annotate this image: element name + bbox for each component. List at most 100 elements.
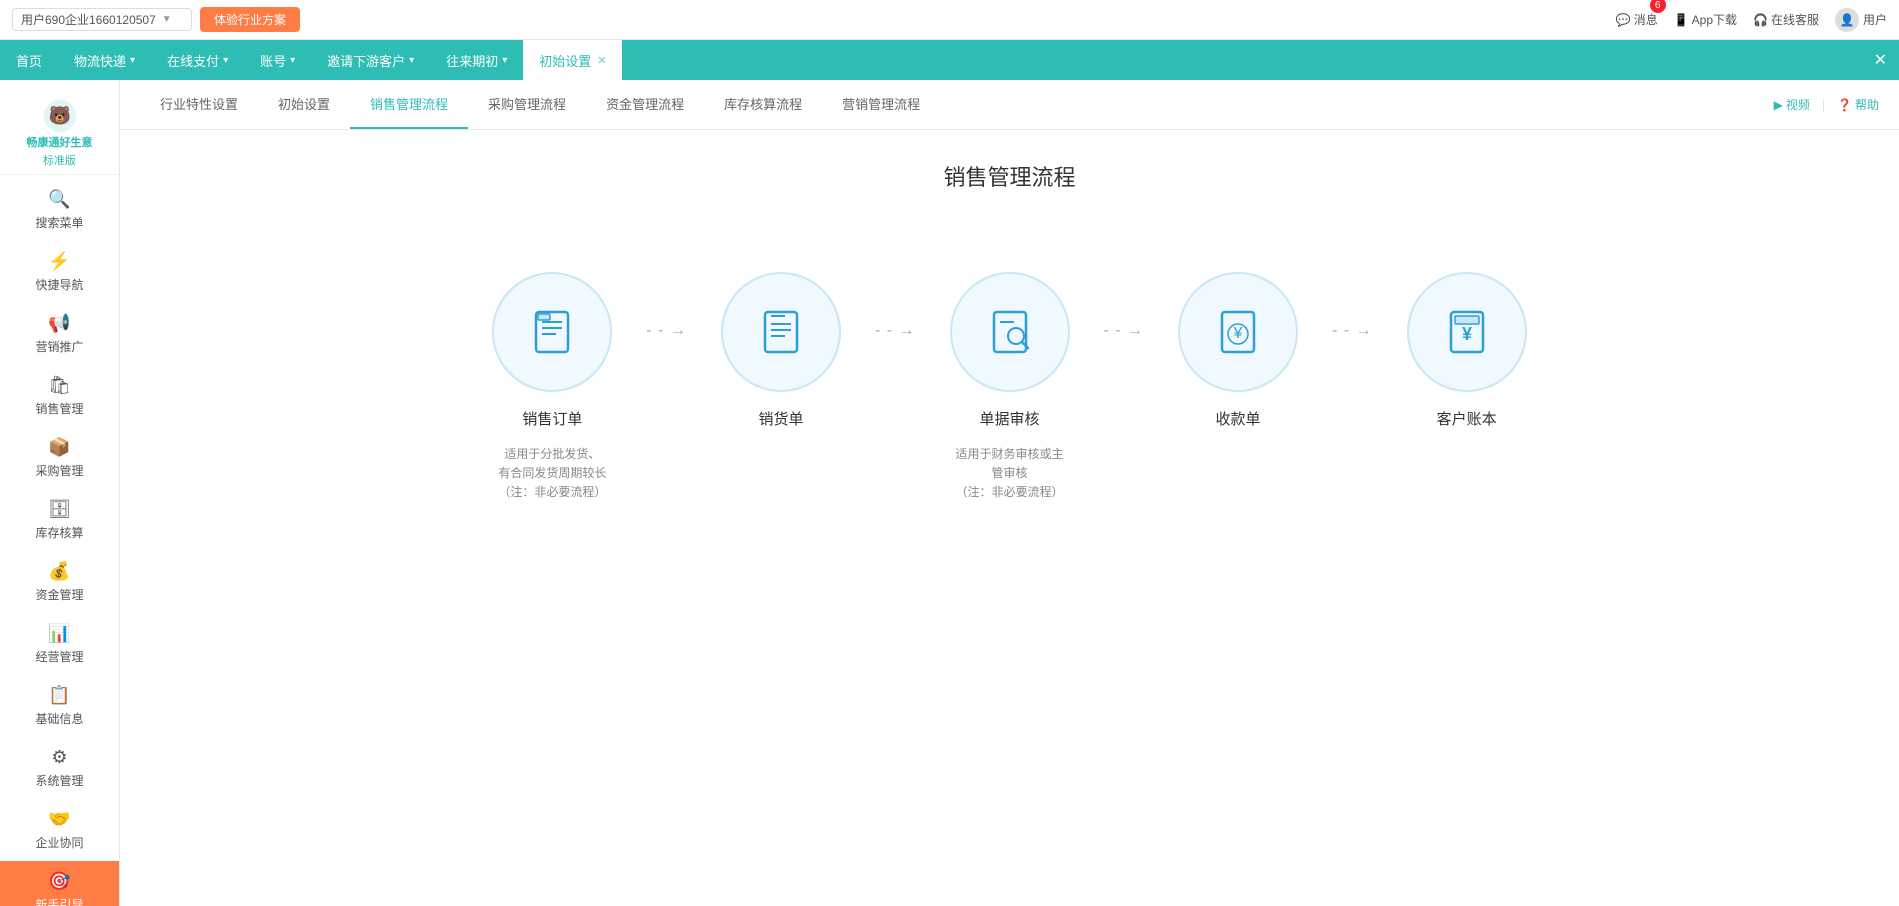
flow-node-sales_invoice[interactable]: 销货单 <box>691 272 871 429</box>
divider: | <box>1822 98 1825 112</box>
chevron-down-icon: ▾ <box>223 55 228 66</box>
nav-tab-account[interactable]: 账号▾ <box>244 40 311 80</box>
shortcut-icon: ⚡ <box>48 251 70 272</box>
user-selector[interactable]: 用户690企业1660120507 ▼ <box>12 8 192 31</box>
sidebar-item-purchase[interactable]: 📦 采购管理 <box>0 427 119 489</box>
sidebar-item-operations[interactable]: 📊 经营管理 <box>0 613 119 675</box>
sidebar-item-label: 新手引导 <box>35 896 83 906</box>
nav-tab-initial[interactable]: 初始设置✕ <box>523 40 622 80</box>
avatar: 👤 <box>1835 8 1859 32</box>
video-icon: ▶ <box>1774 98 1783 112</box>
chevron-down-icon: ▾ <box>130 55 135 66</box>
flow-node-receipt[interactable]: ¥ 收款单 <box>1148 272 1328 429</box>
sub-tab-industry[interactable]: 行业特性设置 <box>140 80 258 129</box>
nav-tab-invite[interactable]: 邀请下游客户▾ <box>311 40 430 80</box>
sidebar-item-inventory[interactable]: 🗄 库存核算 <box>0 489 119 551</box>
sidebar-logo: 🐻 畅康通好生意 标准版 <box>0 88 119 175</box>
sidebar-item-sales[interactable]: 🛍 销售管理 <box>0 365 119 427</box>
sidebar-item-label: 资金管理 <box>35 586 83 603</box>
logo-title: 畅康通好生意 <box>27 134 93 150</box>
flow-arrow-4: - - → <box>1328 322 1377 340</box>
video-action[interactable]: ▶ 视频 <box>1774 96 1810 113</box>
nav-tab-label: 首页 <box>16 51 42 70</box>
sub-tab-inventory_flow[interactable]: 库存核算流程 <box>704 80 822 129</box>
nav-tab-period[interactable]: 往来期初 ▾ <box>430 40 523 80</box>
sidebar-item-label: 系统管理 <box>35 772 83 789</box>
nav-tab-label: 在线支付 <box>167 51 219 70</box>
service-label: 在线客服 <box>1771 11 1819 28</box>
flow-node-desc: 适用于分批发货、有合同发货周期较长（注：非必要流程） <box>498 445 606 503</box>
message-button[interactable]: 💬 6 消息 <box>1616 11 1658 28</box>
flow-node-circle: ¥ <box>1178 272 1298 392</box>
svg-text:¥: ¥ <box>1233 325 1243 342</box>
flow-node-circle <box>950 272 1070 392</box>
sidebar-item-marketing_promo[interactable]: 📢 营销推广 <box>0 303 119 365</box>
sub-tab-actions: ▶ 视频 | ❓ 帮助 <box>1774 96 1879 113</box>
user-name-label: 用户 <box>1863 11 1887 28</box>
chevron-down-icon: ▾ <box>290 55 295 66</box>
nav-tabs-container: 首页物流快递▾在线支付▾账号▾邀请下游客户▾往来期初▾初始设置✕ <box>0 40 1899 80</box>
trial-button[interactable]: 体验行业方案 <box>200 7 300 32</box>
arrow-icon: - - → <box>1332 322 1373 340</box>
arrow-icon: - - → <box>646 322 687 340</box>
svg-text:🐻: 🐻 <box>48 104 70 125</box>
flow-arrow-3: - - → <box>1100 322 1149 340</box>
sales-icon: 🛍 <box>48 375 71 396</box>
sidebar-item-basic_info[interactable]: 📋 基础信息 <box>0 675 119 737</box>
flow-node-sales_order[interactable]: 销售订单 适用于分批发货、有合同发货周期较长（注：非必要流程） <box>462 272 642 503</box>
sub-tab-finance_flow[interactable]: 资金管理流程 <box>586 80 704 129</box>
close-tab-icon[interactable]: ✕ <box>597 54 606 67</box>
sidebar-item-enterprise_coop[interactable]: 🤝 企业协同 <box>0 799 119 861</box>
service-icon: 🎧 <box>1753 13 1768 27</box>
inventory-icon: 🗄 <box>48 499 71 520</box>
flow-node-doc_review[interactable]: 单据审核 适用于财务审核或主管审核（注：非必要流程） <box>920 272 1100 503</box>
sidebar-item-label: 企业协同 <box>35 834 83 851</box>
message-icon: 💬 <box>1616 13 1631 27</box>
message-badge: 6 <box>1650 0 1666 13</box>
flow-arrow-1: - - → <box>642 322 691 340</box>
nav-tab-home[interactable]: 首页 <box>0 40 58 80</box>
user-selector-label: 用户690企业1660120507 <box>21 11 156 28</box>
flow-node-circle <box>721 272 841 392</box>
sidebar-item-label: 经营管理 <box>35 648 83 665</box>
app-download-button[interactable]: 📱 App下载 <box>1674 11 1737 28</box>
flow-node-customer_ledger[interactable]: ¥ 客户账本 <box>1377 272 1557 429</box>
content-area: 行业特性设置初始设置销售管理流程采购管理流程资金管理流程库存核算流程营销管理流程… <box>120 80 1899 906</box>
nav-tab-logistics[interactable]: 物流快递 ▾ <box>58 40 151 80</box>
sidebar-item-system[interactable]: ⚙ 系统管理 <box>0 737 119 799</box>
sub-tab-initial_setup[interactable]: 初始设置 <box>258 80 350 129</box>
page-title: 销售管理流程 <box>160 160 1859 192</box>
close-all-tabs-button[interactable]: ✕ <box>1862 40 1899 80</box>
sidebar-item-label: 基础信息 <box>35 710 83 727</box>
help-action[interactable]: ❓ 帮助 <box>1837 96 1879 113</box>
sidebar-item-shortcut[interactable]: ⚡ 快捷导航 <box>0 241 119 303</box>
sidebar-item-label: 营销推广 <box>35 338 83 355</box>
flow-node-title: 销货单 <box>758 408 803 429</box>
user-avatar-button[interactable]: 👤 用户 <box>1835 8 1887 32</box>
svg-text:¥: ¥ <box>1462 324 1472 344</box>
sub-tab-marketing_flow[interactable]: 营销管理流程 <box>822 80 940 129</box>
sidebar-search[interactable]: 🔍 搜索菜单 <box>0 179 119 241</box>
sidebar-item-guide[interactable]: 🎯 新手引导 <box>0 861 119 906</box>
sidebar-items: ⚡ 快捷导航 📢 营销推广 🛍 销售管理 📦 采购管理 🗄 库存核算 💰 资金管… <box>0 241 119 906</box>
nav-tab-label: 物流快递 <box>74 51 126 70</box>
flow-arrow-2: - - → <box>871 322 920 340</box>
purchase-icon: 📦 <box>48 437 70 458</box>
sub-tab-sales_flow[interactable]: 销售管理流程 <box>350 80 468 129</box>
nav-tab-payment[interactable]: 在线支付 ▾ <box>151 40 244 80</box>
sidebar-item-finance[interactable]: 💰 资金管理 <box>0 551 119 613</box>
flow-node-circle: ¥ <box>1407 272 1527 392</box>
flow-node-title: 客户账本 <box>1437 408 1497 429</box>
chevron-down-icon: ▼ <box>162 14 172 25</box>
page-content: 销售管理流程 销售订单 适用于分批发货、有合同发货周期较长（注：非必要流程） -… <box>120 130 1899 906</box>
chevron-down-icon: ▾ <box>502 55 507 66</box>
sub-tab-purchase_flow[interactable]: 采购管理流程 <box>468 80 586 129</box>
video-label: 视频 <box>1786 96 1810 113</box>
marketing_promo-icon: 📢 <box>48 313 70 334</box>
enterprise_coop-icon: 🤝 <box>48 809 70 830</box>
nav-tab-label: 往来期初 <box>446 51 498 70</box>
app-icon: 📱 <box>1674 13 1689 27</box>
arrow-icon: - - → <box>875 322 916 340</box>
online-service-button[interactable]: 🎧 在线客服 <box>1753 11 1819 28</box>
sidebar-item-label: 采购管理 <box>35 462 83 479</box>
